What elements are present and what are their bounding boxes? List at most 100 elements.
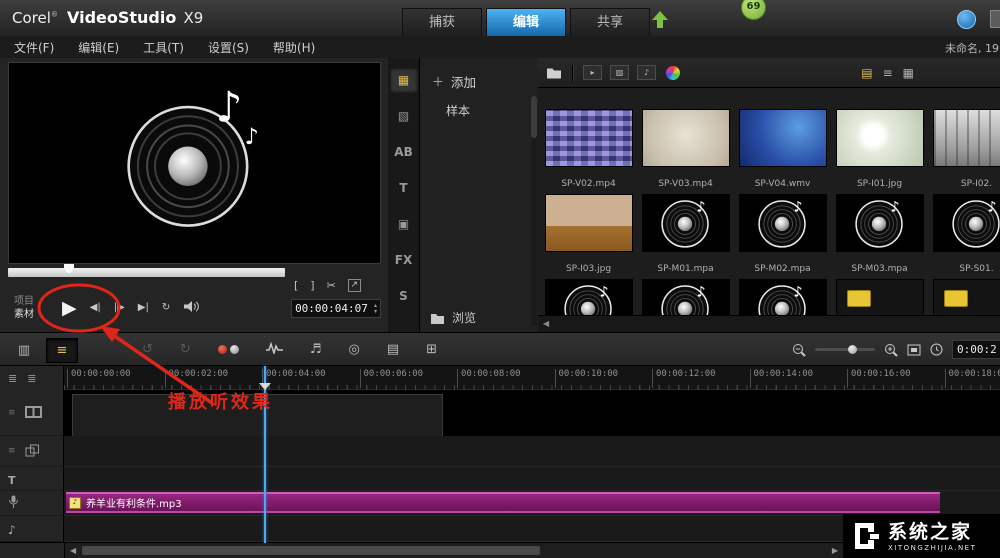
zoom-out-icon[interactable] — [792, 343, 806, 357]
nav-filters-icon[interactable]: FX — [390, 248, 418, 273]
filter-audio-icon[interactable]: ♪ — [637, 65, 656, 80]
library-item[interactable] — [834, 280, 926, 316]
motion-tracking-button[interactable]: ◎ — [348, 342, 359, 357]
timecode-spinner[interactable]: ▴ ▾ — [371, 302, 380, 315]
timeline-view-button[interactable]: ≡ — [46, 338, 78, 363]
library-item[interactable]: SP-V02.mp4 — [543, 110, 635, 195]
library-item[interactable]: SP-I03.jpg — [543, 195, 635, 280]
menu-item-help[interactable]: 帮助(H) — [273, 39, 315, 56]
notification-badge[interactable]: 69 — [741, 0, 766, 20]
video-track-header[interactable]: ≡ — [0, 390, 63, 436]
color-wheel-icon[interactable] — [666, 65, 680, 80]
mark-in-button[interactable]: [ — [294, 279, 298, 292]
menu-item-edit[interactable]: 编辑(E) — [78, 39, 119, 56]
storyboard-view-button[interactable]: ▥ — [8, 338, 40, 363]
tab-capture[interactable]: 捕获 — [402, 8, 482, 36]
zoom-in-icon[interactable] — [884, 343, 898, 357]
voice-track-row[interactable]: ♪ 养羊业有利条件.mp3 — [64, 491, 1000, 516]
jump-end-button[interactable]: ▶| — [138, 302, 149, 314]
browse-button[interactable]: 浏览 — [430, 309, 476, 326]
fit-project-icon[interactable] — [907, 344, 921, 356]
mark-out-button[interactable]: ] — [310, 279, 314, 292]
repeat-button[interactable]: ↻ — [162, 302, 170, 314]
subtitle-editor-button[interactable]: ▤ — [387, 342, 399, 357]
nav-instant-project-icon[interactable]: ▧ — [390, 104, 418, 129]
sound-mixer-button[interactable] — [265, 341, 283, 358]
view-smart-icon[interactable]: ▤ — [861, 66, 872, 80]
tab-edit[interactable]: 编辑 — [486, 8, 566, 36]
mode-clip[interactable]: 素材 — [14, 308, 34, 321]
title-track-row[interactable] — [64, 467, 1000, 491]
gallery-scrollbar[interactable] — [531, 96, 537, 326]
scroll-right-icon[interactable]: ▶ — [832, 546, 838, 555]
title-track-header[interactable]: T — [0, 467, 63, 491]
project-duration[interactable]: 0:00:2 — [952, 340, 1000, 359]
import-folder-icon[interactable] — [546, 66, 562, 79]
titlebar-edge-icon[interactable] — [990, 10, 1000, 28]
record-capture-options-button[interactable] — [217, 345, 239, 354]
scrub-marker[interactable] — [64, 264, 74, 274]
library-item[interactable]: SP-I02. — [931, 110, 1000, 195]
nav-titles-icon[interactable]: T — [390, 176, 418, 201]
scrollbar-corner — [0, 543, 65, 558]
nav-graphics-icon[interactable]: ▣ — [390, 212, 418, 237]
sample-folder-item[interactable]: 样本 — [446, 102, 470, 119]
library-item[interactable]: SP-V04.wmv — [737, 110, 829, 195]
nav-media-library-icon[interactable]: ▦ — [389, 68, 418, 93]
track-options-icon[interactable]: ≡ — [8, 408, 16, 418]
play-button[interactable]: ▶ — [62, 299, 77, 318]
prev-frame-button[interactable]: ◀| — [90, 302, 101, 314]
library-item[interactable]: ♪ SP-M02.mpa — [737, 195, 829, 280]
music-track-header[interactable]: ♪ — [0, 516, 63, 542]
overlay-track-header[interactable]: ≡ — [0, 436, 63, 467]
view-thumbnail-icon[interactable]: ▦ — [903, 66, 914, 80]
track-options-icon[interactable]: ≡ — [8, 446, 16, 456]
ruler-label: 00:00:14:00 — [749, 369, 813, 388]
library-item[interactable]: ♪ — [737, 280, 829, 316]
filter-photo-icon[interactable]: ▨ — [610, 65, 629, 80]
scrollbar-thumb[interactable] — [82, 546, 540, 555]
clock-icon[interactable] — [930, 343, 943, 356]
add-track-button[interactable]: ≣ — [27, 372, 36, 385]
library-item[interactable]: ♪ SP-M03.mpa — [834, 195, 926, 280]
zoom-slider-knob[interactable] — [848, 345, 857, 354]
undo-button[interactable]: ↺ — [142, 342, 153, 357]
scroll-left-icon[interactable]: ◀ — [543, 319, 549, 328]
scroll-left-icon[interactable]: ◀ — [70, 546, 76, 555]
enlarge-preview-button[interactable]: ↗ — [347, 279, 361, 292]
add-folder-button[interactable]: ＋ 添加 — [432, 72, 476, 91]
library-item[interactable]: SP-V03.mp4 — [640, 110, 732, 195]
zoom-slider[interactable] — [815, 345, 875, 354]
overlay-track-row[interactable] — [64, 436, 1000, 467]
nav-motion-paths-icon[interactable]: S — [390, 284, 418, 309]
library-scrollbar[interactable]: ◀ — [538, 315, 1000, 332]
view-list-icon[interactable]: ≡ — [883, 66, 893, 80]
redo-button[interactable]: ↻ — [180, 342, 191, 357]
library-item[interactable]: ♪ SP-S01. — [931, 195, 1000, 280]
menu-item-tools[interactable]: 工具(T) — [143, 39, 184, 56]
globe-icon[interactable] — [957, 10, 976, 29]
mode-project[interactable]: 项目 — [14, 295, 34, 308]
library-item[interactable]: ♪ SP-M01.mpa — [640, 195, 732, 280]
auto-music-button[interactable]: ♬ — [310, 342, 322, 357]
menu-item-settings[interactable]: 设置(S) — [208, 39, 249, 56]
track-manager-button[interactable]: ≣ — [8, 372, 17, 385]
upgrade-arrow-icon[interactable] — [652, 11, 668, 30]
volume-button[interactable] — [183, 300, 200, 317]
split-clip-button[interactable]: ✂ — [327, 279, 336, 292]
menu-item-file[interactable]: 文件(F) — [14, 39, 54, 56]
next-frame-button[interactable]: |▶ — [114, 302, 125, 314]
preview-timecode[interactable]: 00:00:04:07 ▴ ▾ — [291, 299, 381, 318]
voice-track-header[interactable] — [0, 491, 63, 516]
tab-share[interactable]: 共享 — [570, 8, 650, 36]
library-item[interactable]: SP-I01.jpg — [834, 110, 926, 195]
library-item[interactable]: ♪ — [640, 280, 732, 316]
audio-clip[interactable]: ♪ 养羊业有利条件.mp3 — [66, 492, 940, 513]
timeline-ruler[interactable]: ≣ ≣ 00:00:00:00 00:00:02:00 00:00:04:00 00:0… — [0, 366, 1000, 390]
library-item[interactable] — [931, 280, 1000, 316]
split-screen-template-button[interactable]: ⊞ — [426, 342, 437, 357]
library-item[interactable]: ♪ — [543, 280, 635, 316]
filter-video-icon[interactable]: ▸ — [583, 65, 602, 80]
scrub-bar[interactable] — [8, 264, 285, 277]
nav-transitions-icon[interactable]: AB — [390, 140, 418, 165]
